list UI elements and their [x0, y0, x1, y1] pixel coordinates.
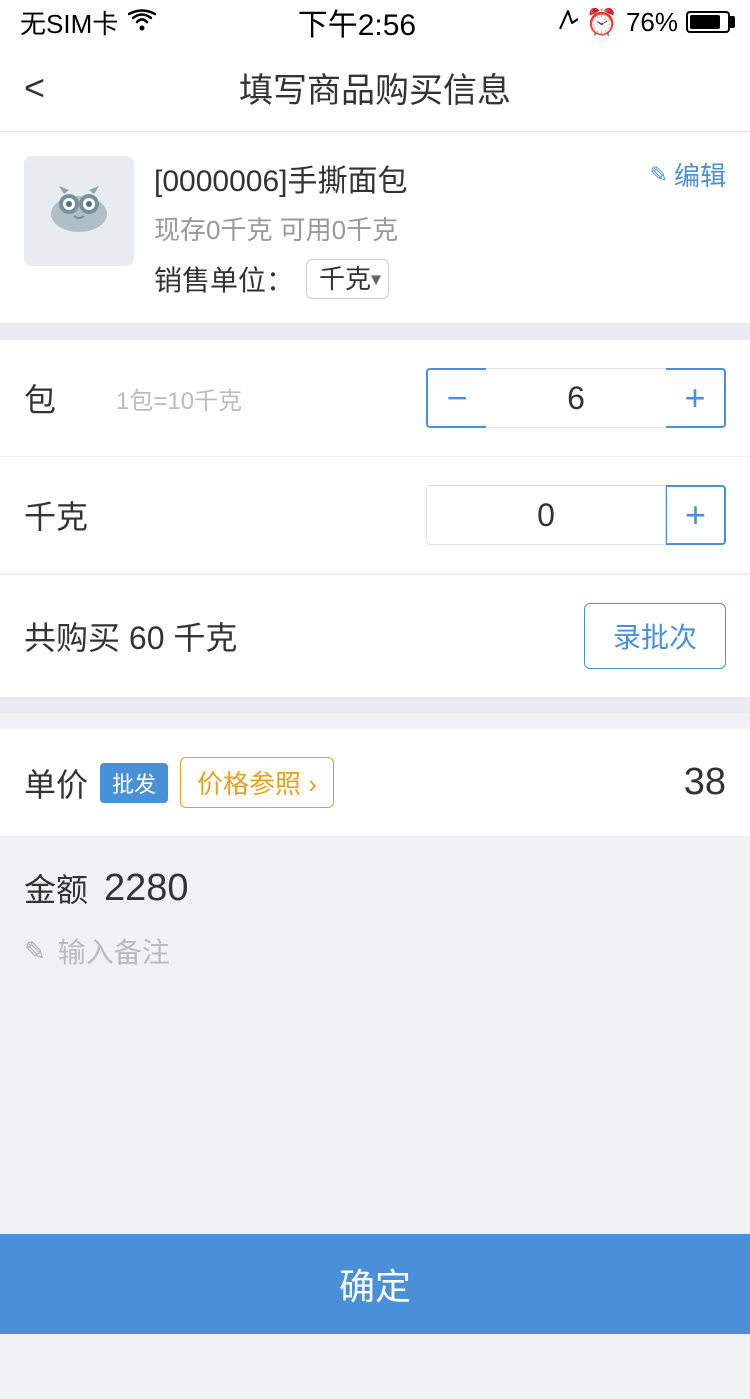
unit-label: 销售单位： [154, 259, 294, 299]
product-unit-row: 销售单位： 千克 [154, 259, 726, 299]
input-section: 包 1包=10千克 − + 千克 + [0, 340, 750, 574]
note-placeholder: 输入备注 [58, 931, 170, 971]
pack-quantity-input[interactable] [486, 368, 666, 428]
price-ref-label: 价格参照 › [197, 764, 317, 801]
time-display: 下午2:56 [298, 0, 416, 44]
price-section: 单价 批发 价格参照 › 38 [0, 729, 750, 837]
product-section: [0000006]手撕面包 现存0千克 可用0千克 销售单位： 千克 ✎ 编辑 [0, 132, 750, 324]
status-right: ⏰ 76% [558, 7, 730, 38]
product-name: [0000006]手撕面包 [154, 156, 726, 200]
page-title: 填写商品购买信息 [239, 63, 511, 112]
status-bar: 无SIM卡 下午2:56 ⏰ 76% [0, 0, 750, 44]
edit-label: 编辑 [674, 156, 726, 193]
pack-hint: 1包=10千克 [116, 381, 426, 416]
amount-section: 金额 2280 ✎ 输入备注 [0, 837, 750, 999]
battery-icon [686, 11, 730, 33]
confirm-label: 确定 [339, 1258, 411, 1310]
summary-text: 共购买 60 千克 [24, 613, 237, 659]
summary-row: 共购买 60 千克 录批次 [0, 574, 750, 697]
section-divider-1 [0, 324, 750, 340]
product-logo [44, 176, 114, 246]
confirm-button[interactable]: 确定 [0, 1234, 750, 1334]
batch-button[interactable]: 录批次 [584, 603, 726, 669]
price-badge: 批发 [100, 763, 168, 803]
kg-label: 千克 [24, 492, 104, 538]
amount-value: 2280 [104, 867, 189, 910]
price-ref-button[interactable]: 价格参照 › [180, 757, 334, 808]
kg-input-row: 千克 + [0, 457, 750, 574]
location-icon [558, 7, 578, 38]
battery-percent: 76% [626, 7, 678, 38]
product-image [24, 156, 134, 266]
unit-select[interactable]: 千克 [306, 259, 389, 299]
back-button[interactable]: < [24, 67, 45, 109]
unit-select-wrap[interactable]: 千克 [306, 259, 389, 299]
pack-label: 包 [24, 375, 104, 421]
nav-bar: < 填写商品购买信息 [0, 44, 750, 132]
kg-quantity-control: + [426, 485, 726, 545]
amount-label: 金额 [24, 865, 88, 911]
note-icon: ✎ [24, 936, 46, 967]
amount-row: 金额 2280 [24, 865, 726, 927]
pack-input-row: 包 1包=10千克 − + [0, 340, 750, 457]
edit-icon: ✎ [650, 162, 668, 188]
kg-quantity-input[interactable] [426, 485, 666, 545]
pack-increment-button[interactable]: + [666, 368, 726, 428]
price-label: 单价 [24, 760, 88, 806]
alarm-icon: ⏰ [586, 7, 618, 38]
status-left: 无SIM卡 [20, 4, 156, 41]
wifi-icon [128, 7, 156, 38]
empty-space [0, 999, 750, 1399]
product-stock: 现存0千克 可用0千克 [154, 210, 726, 247]
price-value: 38 [684, 761, 726, 804]
carrier-text: 无SIM卡 [20, 4, 118, 41]
kg-increment-button[interactable]: + [666, 485, 726, 545]
edit-button[interactable]: ✎ 编辑 [650, 156, 726, 193]
pack-quantity-control: − + [426, 368, 726, 428]
pack-decrement-button[interactable]: − [426, 368, 486, 428]
product-info: [0000006]手撕面包 现存0千克 可用0千克 销售单位： 千克 [154, 156, 726, 299]
section-divider-2 [0, 697, 750, 713]
note-row[interactable]: ✎ 输入备注 [24, 927, 726, 999]
